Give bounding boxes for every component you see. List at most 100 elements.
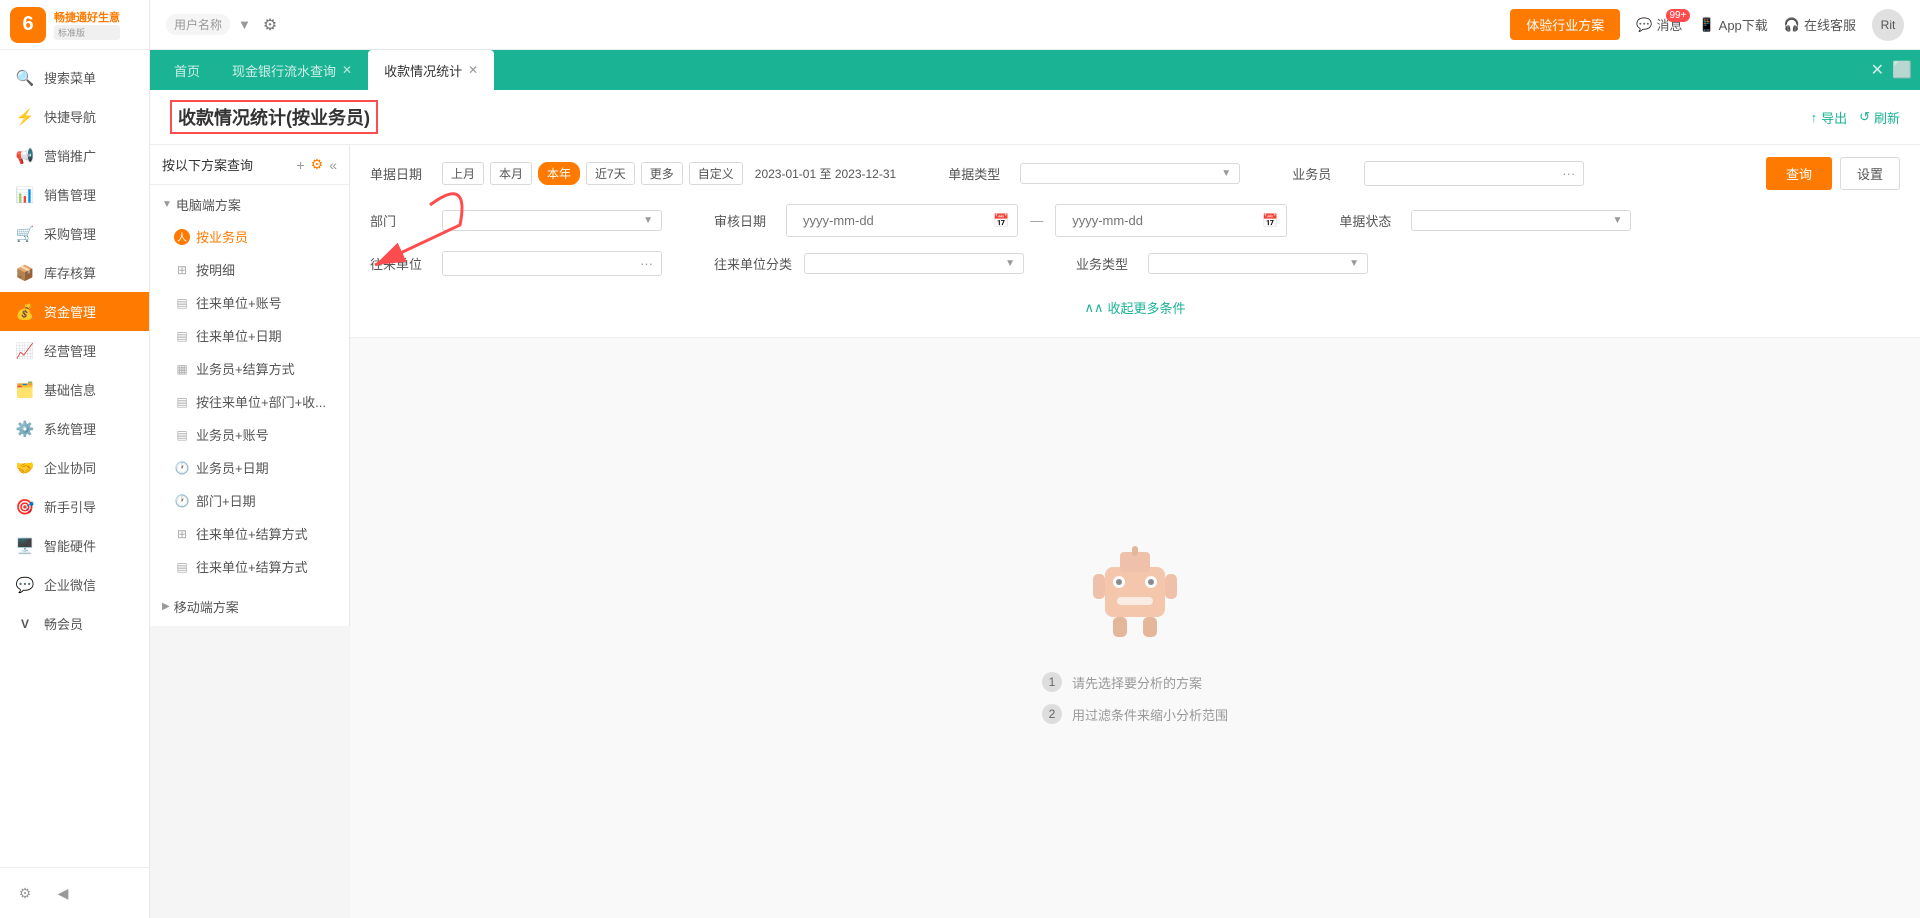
date-btn-this-year[interactable]: 本年 xyxy=(538,162,580,185)
top-bar-left: 用户名称 ▼ ⚙ xyxy=(166,14,1494,35)
app-download-action[interactable]: 📱 App下载 xyxy=(1698,15,1767,34)
tab-bank-flow[interactable]: 现金银行流水查询 ✕ xyxy=(216,50,368,90)
sidebar-item-sales[interactable]: 📊 销售管理 xyxy=(0,175,149,214)
scheme-item-partner-dept[interactable]: ▤ 按往来单位+部门+收... xyxy=(150,385,349,418)
sidebar-item-member[interactable]: V 畅会员 xyxy=(0,604,149,643)
settings-button[interactable]: 设置 xyxy=(1840,157,1900,190)
filter-container: 单据日期 上月 本月 本年 近7天 更多 自定义 2023-01-01 至 20… xyxy=(350,145,1920,338)
date-btn-this-month[interactable]: 本月 xyxy=(490,162,532,185)
logo-text: 畅捷通好生意 标准版 xyxy=(54,9,120,40)
scheme-item-salesman-date[interactable]: 🕐 业务员+日期 xyxy=(150,451,349,484)
scheme-panel: 按以下方案查询 + ⚙ « ▼ 电脑端方案 xyxy=(150,145,350,626)
user-avatar[interactable]: Rit xyxy=(1872,9,1904,41)
scheme-add-btn[interactable]: + xyxy=(296,157,304,173)
scheme-item-by-detail[interactable]: ⊞ 按明细 xyxy=(150,253,349,286)
date-range-display: 2023-01-01 至 2023-12-31 xyxy=(755,165,896,182)
review-date-from[interactable] xyxy=(795,209,987,232)
scheme-item-salesman-settle[interactable]: ▦ 业务员+结算方式 xyxy=(150,352,349,385)
message-action[interactable]: 💬 消息 99+ xyxy=(1636,15,1682,34)
scheme-item-by-salesman[interactable]: 人 按业务员 xyxy=(150,220,349,253)
sidebar-collapse-btn[interactable]: ◀ xyxy=(48,878,78,908)
window-maximize-icon[interactable]: ⬜ xyxy=(1892,60,1912,80)
sidebar-item-purchase[interactable]: 🛒 采购管理 xyxy=(0,214,149,253)
scheme-item-dept-date[interactable]: 🕐 部门+日期 xyxy=(150,484,349,517)
business-type-arrow: ▼ xyxy=(1349,258,1359,269)
desktop-section-header[interactable]: ▼ 电脑端方案 xyxy=(150,189,349,220)
sidebar-item-marketing[interactable]: 📢 营销推广 xyxy=(0,136,149,175)
date-btn-group: 上月 本月 本年 近7天 更多 自定义 xyxy=(442,162,743,185)
refresh-button[interactable]: ↺ 刷新 xyxy=(1859,108,1900,127)
salesman-active-icon: 人 xyxy=(174,229,190,245)
sidebar-item-operation[interactable]: 📈 经营管理 xyxy=(0,331,149,370)
collapse-icon: ∧∧ xyxy=(1084,300,1103,316)
operation-icon: 📈 xyxy=(16,342,34,360)
scheme-item-partner-settle1[interactable]: ⊞ 往来单位+结算方式 xyxy=(150,517,349,550)
salesman-settle-icon: ▦ xyxy=(174,361,190,377)
sidebar-item-fund[interactable]: 💰 资金管理 xyxy=(0,292,149,331)
topbar-dropdown[interactable]: ▼ xyxy=(238,17,251,32)
date-btn-more[interactable]: 更多 xyxy=(641,162,683,185)
tab-bar-actions: ✕ ⬜ xyxy=(1871,60,1912,80)
partner-select[interactable]: ··· xyxy=(442,251,662,276)
logo-icon: 6 xyxy=(10,7,46,43)
calendar-icon-from[interactable]: 📅 xyxy=(993,213,1009,229)
scheme-panel-wrapper: 按以下方案查询 + ⚙ « ▼ 电脑端方案 xyxy=(150,145,350,918)
scheme-item-salesman-account[interactable]: ▤ 业务员+账号 xyxy=(150,418,349,451)
search-icon: 🔍 xyxy=(16,69,34,87)
date-btn-custom[interactable]: 自定义 xyxy=(689,162,743,185)
mobile-section-header[interactable]: ▶ 移动端方案 xyxy=(150,591,349,622)
sidebar-item-enterprise[interactable]: 🤝 企业协同 xyxy=(0,448,149,487)
sidebar-item-quick-nav[interactable]: ⚡ 快捷导航 xyxy=(0,97,149,136)
tab-bar: 首页 现金银行流水查询 ✕ 收款情况统计 ✕ ✕ ⬜ xyxy=(150,50,1920,90)
sidebar-item-inventory[interactable]: 📦 库存核算 xyxy=(0,253,149,292)
filter-row-1: 单据日期 上月 本月 本年 近7天 更多 自定义 2023-01-01 至 20… xyxy=(370,157,1900,190)
calendar-icon-to[interactable]: 📅 xyxy=(1262,213,1278,229)
top-bar-right: 💬 消息 99+ 📱 App下载 🎧 在线客服 Rit xyxy=(1636,9,1904,41)
salesman-select[interactable]: ··· xyxy=(1364,161,1584,186)
content-area: 按以下方案查询 + ⚙ « ▼ 电脑端方案 xyxy=(150,145,1920,918)
business-type-select[interactable]: ▼ xyxy=(1148,253,1368,274)
sidebar: 6 畅捷通好生意 标准版 🔍 搜索菜单 ⚡ 快捷导航 📢 营销推广 📊 xyxy=(0,0,150,918)
quick-nav-icon: ⚡ xyxy=(16,108,34,126)
salesman-dots[interactable]: ··· xyxy=(1562,166,1575,181)
tab-collection-stats[interactable]: 收款情况统计 ✕ xyxy=(368,50,494,90)
sidebar-item-wechat[interactable]: 💬 企业微信 xyxy=(0,565,149,604)
sidebar-item-guide[interactable]: 🎯 新手引导 xyxy=(0,487,149,526)
partner-category-select[interactable]: ▼ xyxy=(804,253,1024,274)
tab-bank-flow-close[interactable]: ✕ xyxy=(342,63,352,77)
solution-button[interactable]: 体验行业方案 xyxy=(1510,9,1620,40)
sidebar-item-system[interactable]: ⚙️ 系统管理 xyxy=(0,409,149,448)
scheme-item-partner-settle2[interactable]: ▤ 往来单位+结算方式 xyxy=(150,550,349,583)
fund-icon: 💰 xyxy=(16,303,34,321)
sidebar-item-hardware[interactable]: 🖥️ 智能硬件 xyxy=(0,526,149,565)
collapse-button[interactable]: ∧∧ 收起更多条件 xyxy=(370,290,1900,325)
partner-category-arrow: ▼ xyxy=(1005,258,1015,269)
date-btn-7days[interactable]: 近7天 xyxy=(586,162,635,185)
partner-dots[interactable]: ··· xyxy=(640,256,653,271)
tab-collection-stats-close[interactable]: ✕ xyxy=(468,63,478,77)
window-close-icon[interactable]: ✕ xyxy=(1871,60,1884,80)
sidebar-footer: ⚙ ◀ xyxy=(0,867,149,918)
tab-home[interactable]: 首页 xyxy=(158,50,216,90)
export-button[interactable]: ↑ 导出 xyxy=(1811,108,1848,127)
topbar-settings-icon[interactable]: ⚙ xyxy=(263,15,277,35)
sidebar-item-search[interactable]: 🔍 搜索菜单 xyxy=(0,58,149,97)
scheme-settings-btn[interactable]: ⚙ xyxy=(311,156,324,173)
sidebar-settings-btn[interactable]: ⚙ xyxy=(10,878,40,908)
scheme-collapse-btn[interactable]: « xyxy=(329,157,337,173)
online-service-action[interactable]: 🎧 在线客服 xyxy=(1784,15,1856,34)
bill-type-select[interactable]: ▼ xyxy=(1020,163,1240,184)
scheme-item-partner-date[interactable]: ▤ 往来单位+日期 xyxy=(150,319,349,352)
sidebar-item-basic[interactable]: 🗂️ 基础信息 xyxy=(0,370,149,409)
filter-row-3: 往来单位 ··· 往来单位分类 ▼ 业务类型 xyxy=(370,251,1900,276)
salesman-label: 业务员 xyxy=(1292,164,1352,183)
query-button[interactable]: 查询 xyxy=(1766,157,1832,190)
wechat-icon: 💬 xyxy=(16,576,34,594)
dept-select[interactable]: ▼ xyxy=(442,210,662,231)
review-date-to[interactable] xyxy=(1064,209,1256,232)
bill-status-select[interactable]: ▼ xyxy=(1411,210,1631,231)
date-btn-last-month[interactable]: 上月 xyxy=(442,162,484,185)
hint-num-2: 2 xyxy=(1042,704,1062,724)
section-arrow-desktop: ▼ xyxy=(162,199,172,210)
scheme-item-partner-account[interactable]: ▤ 往来单位+账号 xyxy=(150,286,349,319)
